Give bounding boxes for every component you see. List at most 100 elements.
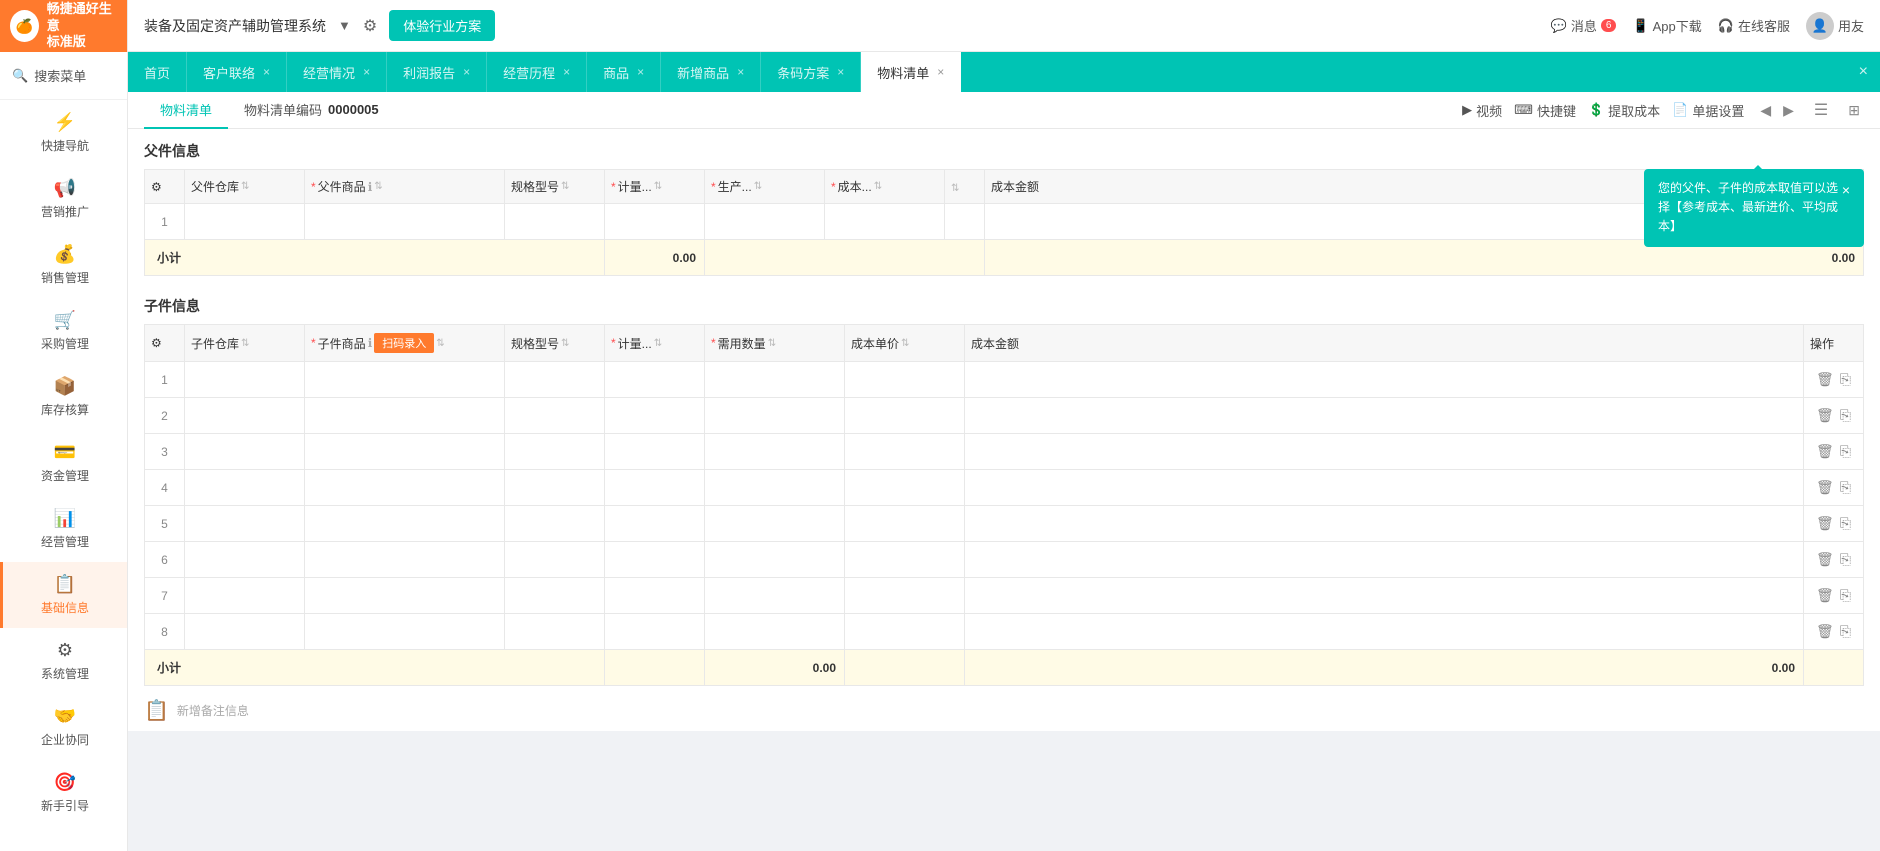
sidebar-item-marketing[interactable]: 📢 营销推广: [0, 166, 127, 232]
delete-icon-6[interactable]: 🗑: [1816, 551, 1834, 568]
child-cell-cost-amount-8[interactable]: [965, 614, 1804, 650]
copy-icon-8[interactable]: ⎘: [1840, 623, 1851, 640]
child-cell-unit-cost-6[interactable]: [845, 542, 965, 578]
scan-button[interactable]: 扫码录入: [374, 333, 434, 353]
child-cell-spec-1[interactable]: [505, 362, 605, 398]
child-cell-warehouse-7[interactable]: [185, 578, 305, 614]
app-download-button[interactable]: 📱 App下载: [1632, 16, 1701, 35]
sidebar-item-sales[interactable]: 💰 销售管理: [0, 232, 127, 298]
child-cell-qty-unit-3[interactable]: [605, 434, 705, 470]
delete-icon-4[interactable]: 🗑: [1816, 479, 1834, 496]
tab-close-operations[interactable]: ×: [363, 65, 370, 79]
copy-icon-7[interactable]: ⎘: [1840, 587, 1851, 604]
parent-cell-production-1[interactable]: [705, 204, 825, 240]
system-dropdown-icon[interactable]: ▼: [338, 18, 351, 33]
child-cell-unit-cost-7[interactable]: [845, 578, 965, 614]
sidebar-item-operations[interactable]: 📊 经营管理: [0, 496, 127, 562]
child-cell-spec-8[interactable]: [505, 614, 605, 650]
child-cell-qty-needed-1[interactable]: [705, 362, 845, 398]
online-service-button[interactable]: 🎧 在线客服: [1718, 16, 1790, 35]
tab-customer[interactable]: 客户联络 ×: [187, 52, 287, 92]
child-cell-cost-amount-4[interactable]: [965, 470, 1804, 506]
child-cell-goods-2[interactable]: [305, 398, 505, 434]
tab-goods[interactable]: 商品 ×: [587, 52, 661, 92]
child-cell-qty-unit-7[interactable]: [605, 578, 705, 614]
delete-icon-2[interactable]: 🗑: [1816, 407, 1834, 424]
search-menu-button[interactable]: 🔍 搜索菜单: [8, 62, 119, 89]
child-cell-qty-unit-1[interactable]: [605, 362, 705, 398]
child-cell-unit-cost-2[interactable]: [845, 398, 965, 434]
child-cell-qty-needed-4[interactable]: [705, 470, 845, 506]
sidebar-item-system[interactable]: ⚙ 系统管理: [0, 628, 127, 694]
child-cell-cost-amount-7[interactable]: [965, 578, 1804, 614]
view-video-button[interactable]: ▶ 视频: [1462, 101, 1502, 120]
child-cell-cost-amount-2[interactable]: [965, 398, 1804, 434]
child-cell-goods-8[interactable]: [305, 614, 505, 650]
grid-view-button[interactable]: ☰: [1810, 98, 1832, 122]
child-cell-spec-4[interactable]: [505, 470, 605, 506]
child-cell-cost-amount-3[interactable]: [965, 434, 1804, 470]
settings-icon[interactable]: ⚙: [363, 16, 377, 36]
child-cell-unit-cost-1[interactable]: [845, 362, 965, 398]
sidebar-item-guide[interactable]: 🎯 新手引导: [0, 760, 127, 826]
child-cell-warehouse-2[interactable]: [185, 398, 305, 434]
child-cell-qty-needed-6[interactable]: [705, 542, 845, 578]
single-settings-button[interactable]: 📄 单据设置: [1672, 101, 1744, 120]
child-cell-warehouse-3[interactable]: [185, 434, 305, 470]
tooltip-close-button[interactable]: ×: [1842, 179, 1850, 201]
delete-icon-5[interactable]: 🗑: [1816, 515, 1834, 532]
parent-cell-goods-1[interactable]: [305, 204, 505, 240]
child-cell-qty-unit-4[interactable]: [605, 470, 705, 506]
child-cell-spec-5[interactable]: [505, 506, 605, 542]
child-cell-unit-cost-8[interactable]: [845, 614, 965, 650]
child-cell-warehouse-8[interactable]: [185, 614, 305, 650]
trial-button[interactable]: 体验行业方案: [389, 10, 495, 41]
child-cell-warehouse-1[interactable]: [185, 362, 305, 398]
child-cell-qty-needed-2[interactable]: [705, 398, 845, 434]
child-cell-unit-cost-3[interactable]: [845, 434, 965, 470]
child-cell-spec-7[interactable]: [505, 578, 605, 614]
child-cell-qty-unit-2[interactable]: [605, 398, 705, 434]
child-cell-goods-1[interactable]: [305, 362, 505, 398]
sidebar-item-quick-nav[interactable]: ⚡ 快捷导航: [0, 100, 127, 166]
child-cell-qty-needed-7[interactable]: [705, 578, 845, 614]
tab-barcode[interactable]: 条码方案 ×: [761, 52, 861, 92]
sidebar-item-basic-info[interactable]: 📋 基础信息: [0, 562, 127, 628]
sidebar-item-finance[interactable]: 💳 资金管理: [0, 430, 127, 496]
child-cell-qty-needed-8[interactable]: [705, 614, 845, 650]
parent-cell-qty-1[interactable]: [605, 204, 705, 240]
delete-icon-1[interactable]: 🗑: [1816, 371, 1834, 388]
tab-close-bom[interactable]: ×: [937, 65, 944, 79]
child-cell-qty-needed-5[interactable]: [705, 506, 845, 542]
child-cell-warehouse-6[interactable]: [185, 542, 305, 578]
child-cell-cost-amount-6[interactable]: [965, 542, 1804, 578]
tab-new-goods[interactable]: 新增商品 ×: [661, 52, 761, 92]
global-close-button[interactable]: ×: [1847, 63, 1880, 81]
extract-cost-button[interactable]: 💲 提取成本: [1588, 101, 1660, 120]
sub-tab-bom-list[interactable]: 物料清单: [144, 92, 228, 129]
child-cell-spec-6[interactable]: [505, 542, 605, 578]
tab-operations[interactable]: 经营情况 ×: [287, 52, 387, 92]
tab-home[interactable]: 首页: [128, 52, 187, 92]
copy-icon-6[interactable]: ⎘: [1840, 551, 1851, 568]
child-cell-cost-amount-1[interactable]: [965, 362, 1804, 398]
sidebar-item-inventory[interactable]: 📦 库存核算: [0, 364, 127, 430]
tab-close-profit[interactable]: ×: [463, 65, 470, 79]
parent-cell-sort-1[interactable]: [945, 204, 985, 240]
tab-close-barcode[interactable]: ×: [837, 65, 844, 79]
sidebar-item-purchase[interactable]: 🛒 采购管理: [0, 298, 127, 364]
shortcut-button[interactable]: ⌨ 快捷键: [1514, 101, 1576, 120]
child-cell-goods-5[interactable]: [305, 506, 505, 542]
child-cell-qty-needed-3[interactable]: [705, 434, 845, 470]
delete-icon-7[interactable]: 🗑: [1816, 587, 1834, 604]
user-menu[interactable]: 👤 用友: [1806, 12, 1864, 40]
parent-cell-cost-1[interactable]: [825, 204, 945, 240]
copy-icon-2[interactable]: ⎘: [1840, 407, 1851, 424]
child-cell-qty-unit-8[interactable]: [605, 614, 705, 650]
child-col-settings[interactable]: ⚙: [145, 325, 185, 362]
child-cell-goods-6[interactable]: [305, 542, 505, 578]
parent-cell-warehouse-1[interactable]: [185, 204, 305, 240]
child-cell-spec-3[interactable]: [505, 434, 605, 470]
child-cell-unit-cost-5[interactable]: [845, 506, 965, 542]
message-button[interactable]: 💬 消息 6: [1551, 16, 1617, 35]
